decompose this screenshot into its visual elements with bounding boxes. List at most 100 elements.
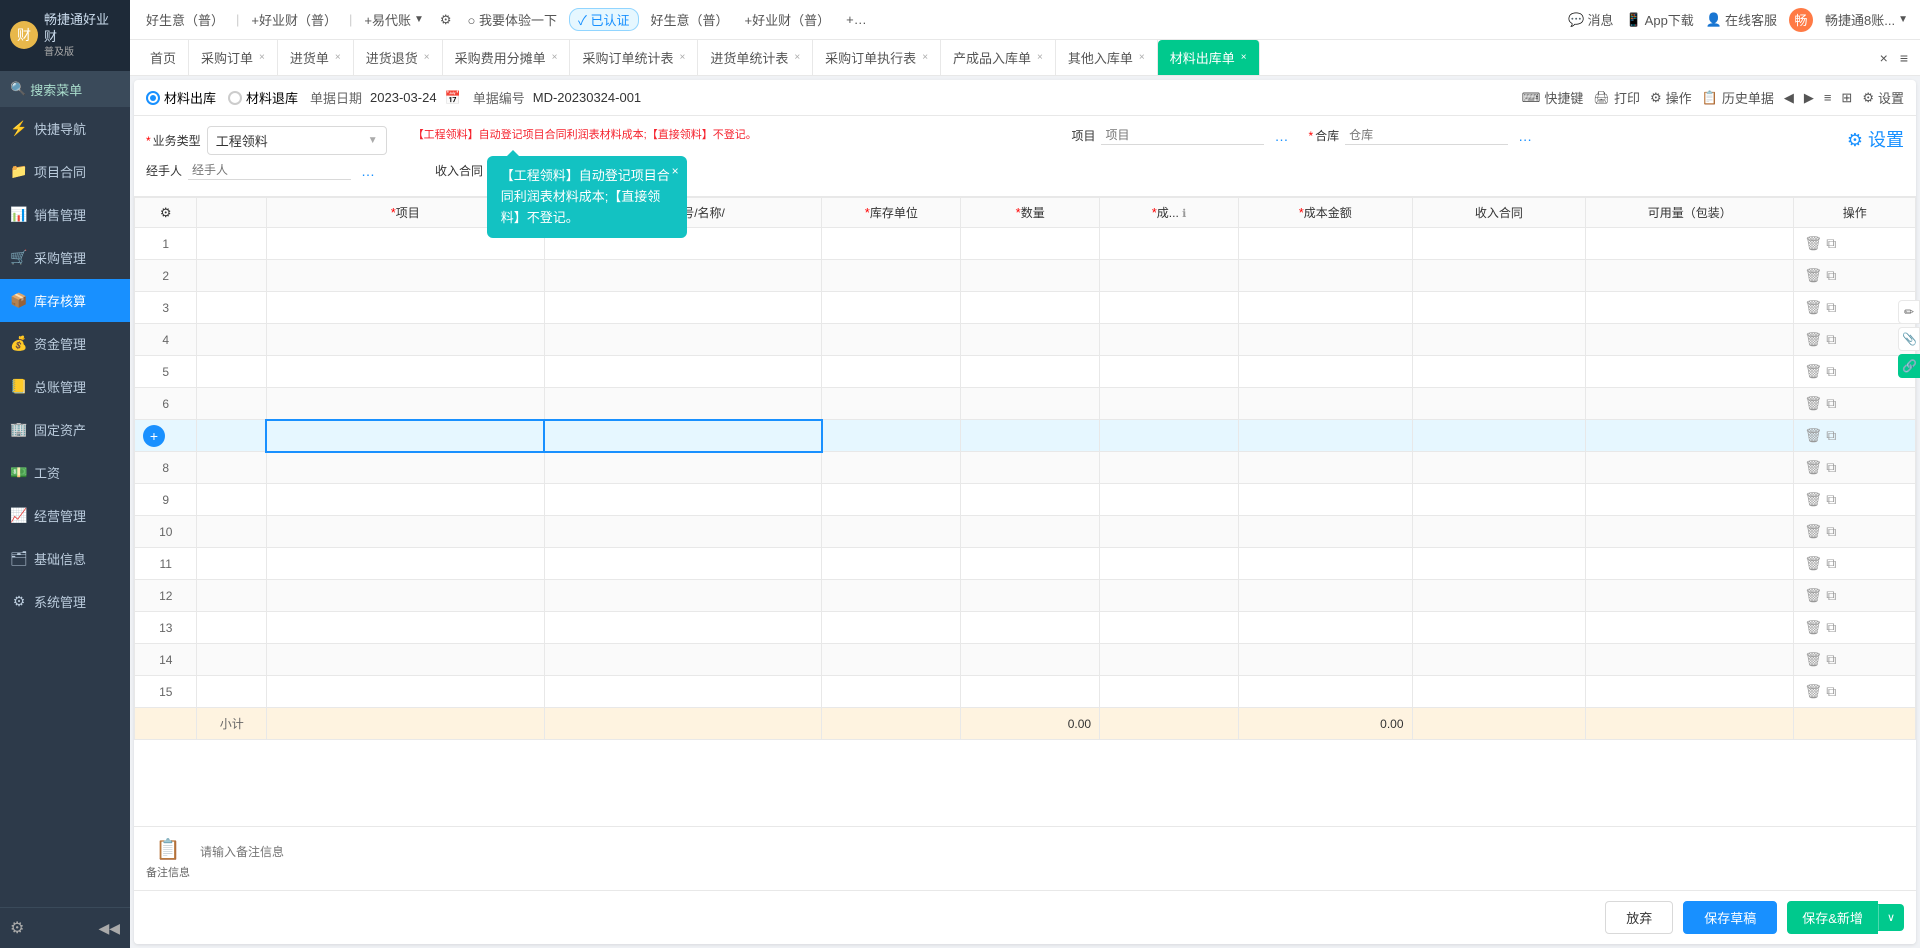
note-input[interactable] — [200, 837, 1904, 867]
calendar-icon[interactable]: 📅 — [445, 90, 461, 106]
radio-material-out[interactable]: 材料出库 — [146, 88, 216, 107]
copy-btn[interactable]: ⧉ — [1826, 459, 1836, 475]
delete-btn[interactable]: 🗑 — [1804, 267, 1822, 283]
topbar-good-biz2[interactable]: 好生意（普） — [647, 10, 733, 29]
sidebar-item-salary[interactable]: 💵 工资 — [0, 451, 130, 494]
tab-close-incoming[interactable]: × — [335, 52, 341, 63]
tab-close-material[interactable]: × — [1241, 52, 1247, 63]
th-gear[interactable]: ⚙ — [135, 198, 197, 228]
delete-btn[interactable]: 🗑 — [1804, 363, 1822, 379]
topbar-trial[interactable]: ○ 我要体验一下 — [464, 10, 561, 29]
user-avatar[interactable]: 畅 — [1789, 8, 1813, 32]
tab-close-order-exec[interactable]: × — [922, 52, 928, 63]
topbar-app-download[interactable]: 📱 App下载 — [1625, 10, 1693, 29]
delete-btn[interactable]: 🗑 — [1804, 683, 1822, 699]
topbar-good-biz[interactable]: 好生意（普） — [142, 10, 228, 29]
action-print[interactable]: 🖨 打印 — [1593, 88, 1640, 107]
save-draft-button[interactable]: 保存草稿 — [1683, 901, 1777, 934]
sidebar-item-basic-info[interactable]: 🗂 基础信息 — [0, 537, 130, 580]
form-settings-icon[interactable]: ⚙ 设置 — [1847, 126, 1904, 152]
action-shortcut[interactable]: ⌨ 快捷键 — [1522, 88, 1584, 107]
tab-close-other[interactable]: × — [1139, 52, 1145, 63]
topbar-more[interactable]: +… — [842, 12, 871, 27]
project-input[interactable] — [1101, 126, 1264, 145]
copy-btn[interactable]: ⧉ — [1826, 491, 1836, 507]
topbar-settings[interactable]: ⚙ — [436, 12, 456, 28]
copy-btn[interactable]: ⧉ — [1826, 331, 1836, 347]
tab-product-instock[interactable]: 产成品入库单× — [941, 40, 1056, 75]
delete-btn[interactable]: 🗑 — [1804, 491, 1822, 507]
sidebar-settings-icon[interactable]: ⚙ — [10, 918, 24, 938]
save-new-button[interactable]: 保存&新增 — [1787, 901, 1878, 934]
tab-close-purchase-stats[interactable]: × — [679, 52, 685, 63]
sidebar-item-system[interactable]: ⚙ 系统管理 — [0, 580, 130, 623]
cost-info-icon[interactable]: ℹ — [1182, 208, 1186, 220]
tab-menu[interactable]: ≡ — [1896, 48, 1912, 68]
delete-btn[interactable]: 🗑 — [1804, 235, 1822, 251]
tooltip-close-button[interactable]: × — [672, 162, 679, 181]
action-next[interactable]: ▶ — [1804, 90, 1814, 106]
copy-btn[interactable]: ⧉ — [1826, 651, 1836, 667]
sidebar-item-inventory[interactable]: 📦 库存核算 — [0, 279, 130, 322]
action-view-grid[interactable]: ⊞ — [1841, 90, 1852, 106]
handler-dots[interactable]: … — [361, 163, 375, 179]
handler-input[interactable] — [188, 161, 351, 180]
warehouse-input[interactable] — [1345, 126, 1508, 145]
project-dots[interactable]: … — [1274, 128, 1288, 144]
warehouse-dots[interactable]: … — [1518, 128, 1532, 144]
tab-return[interactable]: 进货退货× — [354, 40, 443, 75]
radio-material-return[interactable]: 材料退库 — [228, 88, 298, 107]
tab-incoming[interactable]: 进货单× — [278, 40, 354, 75]
topbar-message[interactable]: 💬 消息 — [1568, 10, 1613, 29]
tab-close-return[interactable]: × — [424, 52, 430, 63]
business-type-input[interactable]: 工程领料 ▼ — [207, 126, 387, 155]
side-float-edit[interactable]: ✏ — [1898, 300, 1920, 324]
tab-incoming-stats[interactable]: 进货单统计表× — [698, 40, 813, 75]
sidebar-item-purchase[interactable]: 🛒 采购管理 — [0, 236, 130, 279]
sidebar-item-project[interactable]: 📁 项目合同 — [0, 150, 130, 193]
action-prev[interactable]: ◀ — [1784, 90, 1794, 106]
sidebar-item-finance[interactable]: 💰 资金管理 — [0, 322, 130, 365]
discard-button[interactable]: 放弃 — [1605, 901, 1673, 934]
delete-btn[interactable]: 🗑 — [1804, 587, 1822, 603]
delete-btn[interactable]: 🗑 — [1804, 555, 1822, 571]
tab-close-product[interactable]: × — [1037, 52, 1043, 63]
tab-purchase-stats[interactable]: 采购订单统计表× — [570, 40, 698, 75]
delete-btn[interactable]: 🗑 — [1804, 427, 1822, 443]
tab-expense-split[interactable]: 采购费用分摊单× — [443, 40, 571, 75]
copy-btn[interactable]: ⧉ — [1826, 619, 1836, 635]
action-history[interactable]: 📋 历史单据 — [1702, 88, 1774, 107]
copy-btn[interactable]: ⧉ — [1826, 587, 1836, 603]
sidebar-collapse-icon[interactable]: ◀◀ — [98, 920, 120, 937]
copy-btn[interactable]: ⧉ — [1826, 683, 1836, 699]
side-float-note[interactable]: 📎 — [1898, 327, 1920, 351]
tab-order-exec[interactable]: 采购订单执行表× — [813, 40, 941, 75]
copy-btn[interactable]: ⧉ — [1826, 299, 1836, 315]
tab-close-purchase-order[interactable]: × — [259, 52, 265, 63]
copy-btn[interactable]: ⧉ — [1826, 523, 1836, 539]
topbar-easy-account[interactable]: +易代账 ▼ — [360, 10, 428, 29]
copy-btn[interactable]: ⧉ — [1826, 235, 1836, 251]
action-view-list[interactable]: ≡ — [1824, 90, 1832, 105]
topbar-good-finance[interactable]: +好业财（普） — [247, 10, 341, 29]
delete-btn[interactable]: 🗑 — [1804, 523, 1822, 539]
topbar-username[interactable]: 畅捷通8账... ▼ — [1825, 10, 1908, 29]
tab-home[interactable]: 首页 — [138, 40, 189, 75]
copy-btn[interactable]: ⧉ — [1826, 363, 1836, 379]
topbar-good-finance2[interactable]: +好业财（普） — [741, 10, 835, 29]
copy-btn[interactable]: ⧉ — [1826, 267, 1836, 283]
side-float-link[interactable]: 🔗 — [1898, 354, 1920, 378]
delete-btn[interactable]: 🗑 — [1804, 299, 1822, 315]
save-new-arrow[interactable]: ∨ — [1878, 904, 1904, 931]
sidebar-item-ledger[interactable]: 📒 总账管理 — [0, 365, 130, 408]
tab-close-incoming-stats[interactable]: × — [794, 52, 800, 63]
copy-btn[interactable]: ⧉ — [1826, 555, 1836, 571]
sidebar-item-ops[interactable]: 📈 经营管理 — [0, 494, 130, 537]
delete-btn[interactable]: 🗑 — [1804, 651, 1822, 667]
tab-other-instock[interactable]: 其他入库单× — [1056, 40, 1158, 75]
sidebar-item-assets[interactable]: 🏢 固定资产 — [0, 408, 130, 451]
copy-btn[interactable]: ⧉ — [1826, 395, 1836, 411]
sidebar-item-search[interactable]: 🔍 搜索菜单 — [0, 72, 130, 107]
tab-close-all[interactable]: × — [1876, 48, 1892, 68]
tab-purchase-order[interactable]: 采购订单× — [189, 40, 278, 75]
